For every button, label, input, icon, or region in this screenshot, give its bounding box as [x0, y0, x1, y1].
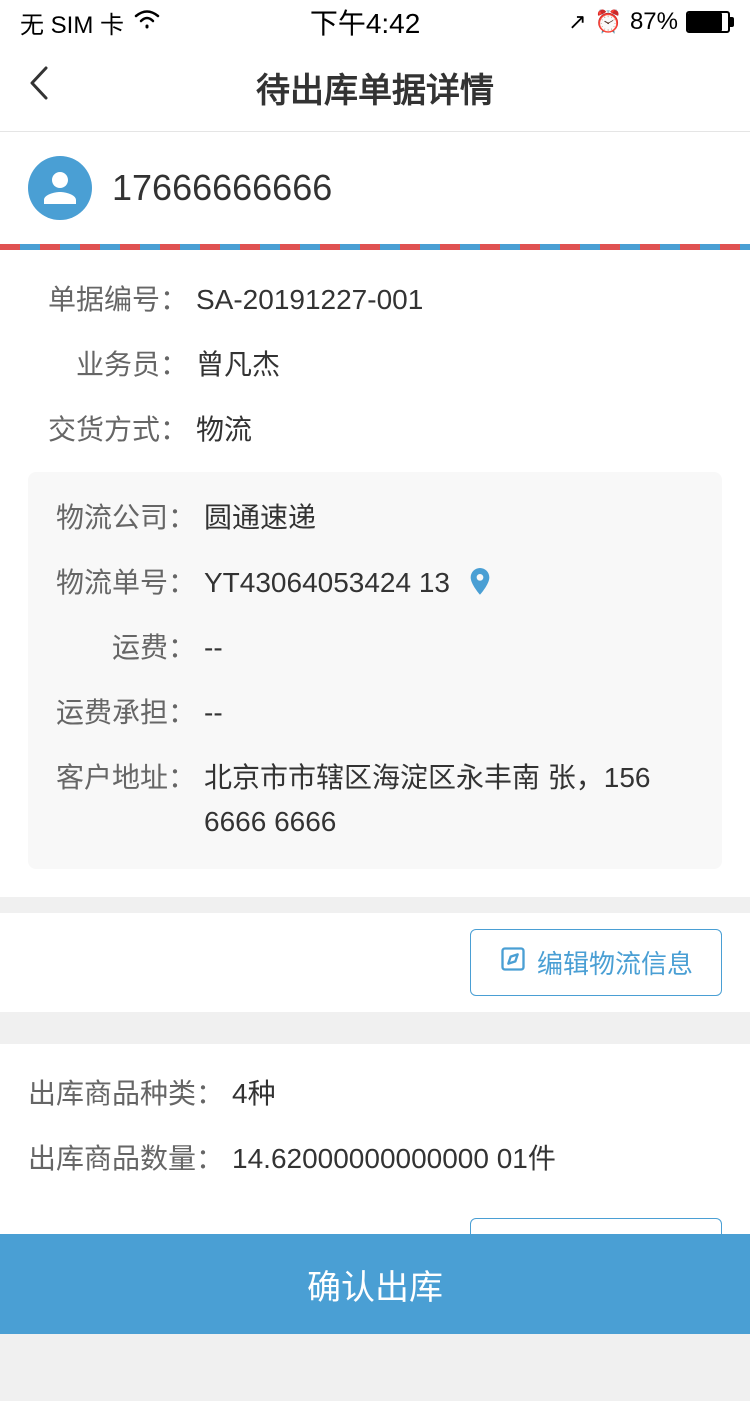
status-bar: 无 SIM 卡 下午4:42 ↗ ⏰ 87%: [0, 0, 750, 44]
confirm-button-label: 确认出库: [307, 1260, 443, 1309]
goods-quantity-label: 出库商品数量：: [28, 1137, 224, 1182]
alarm-icon: ⏰: [595, 9, 622, 35]
status-left: 无 SIM 卡: [20, 5, 162, 40]
freight-row: 运费： --: [28, 626, 722, 671]
freight-bearer-label: 运费承担：: [36, 691, 196, 736]
edit-logistics-label: 编辑物流信息: [537, 944, 693, 981]
battery-percent: 87%: [630, 8, 678, 36]
goods-type-label: 出库商品种类：: [28, 1072, 224, 1117]
serial-number-row: 单据编号： SA-20191227-001: [28, 278, 722, 323]
page-title: 待出库单据详情: [256, 63, 494, 112]
sales-person-value: 曾凡杰: [188, 343, 722, 388]
goods-section: 出库商品种类： 4种 出库商品数量： 14.62000000000000 01件: [0, 1044, 750, 1210]
logistics-company-label: 物流公司：: [36, 496, 196, 541]
battery-icon: [686, 11, 730, 33]
edit-logistics-button[interactable]: 编辑物流信息: [470, 929, 722, 996]
section-divider: [0, 1012, 750, 1028]
logistics-company-value: 圆通速递: [196, 496, 714, 541]
goods-quantity-row: 出库商品数量： 14.62000000000000 01件: [28, 1137, 722, 1182]
goods-quantity-value: 14.62000000000000 01件: [224, 1137, 722, 1182]
goods-type-row: 出库商品种类： 4种: [28, 1072, 722, 1117]
address-value: 北京市市辖区海淀区永丰南 张，156 6666 6666: [196, 756, 714, 846]
goods-type-value: 4种: [224, 1072, 722, 1117]
delivery-method-value: 物流: [188, 408, 722, 453]
sales-person-row: 业务员： 曾凡杰: [28, 343, 722, 388]
user-icon: [40, 168, 80, 208]
freight-label: 运费：: [36, 626, 196, 671]
address-label: 客户地址：: [36, 756, 196, 801]
edit-icon: [499, 945, 527, 980]
status-right: ↗ ⏰ 87%: [568, 8, 730, 36]
status-time: 下午4:42: [310, 2, 421, 42]
location-icon[interactable]: [464, 565, 496, 603]
freight-value: --: [196, 626, 714, 671]
tracking-number-value: YT43064053424 13: [196, 561, 714, 606]
freight-bearer-row: 运费承担： --: [28, 691, 722, 736]
delivery-method-label: 交货方式：: [28, 408, 188, 453]
wifi-icon: [132, 8, 162, 37]
user-phone: 17666666666: [112, 167, 332, 209]
back-button[interactable]: [28, 64, 50, 111]
order-info-section: 单据编号： SA-20191227-001 业务员： 曾凡杰 交货方式： 物流 …: [0, 250, 750, 897]
serial-number-label: 单据编号：: [28, 278, 188, 323]
location-arrow-icon: ↗: [568, 9, 586, 35]
serial-number-value: SA-20191227-001: [188, 278, 722, 323]
logistics-company-row: 物流公司： 圆通速递: [28, 496, 722, 541]
carrier-label: 无 SIM 卡: [20, 5, 124, 40]
edit-logistics-action-row: 编辑物流信息: [0, 913, 750, 1012]
avatar: [28, 156, 92, 220]
logistics-section: 物流公司： 圆通速递 物流单号： YT43064053424 13 运费： --…: [28, 472, 722, 869]
freight-bearer-value: --: [196, 691, 714, 736]
nav-bar: 待出库单据详情: [0, 44, 750, 132]
address-row: 客户地址： 北京市市辖区海淀区永丰南 张，156 6666 6666: [28, 756, 722, 846]
user-card: 17666666666: [0, 132, 750, 244]
sales-person-label: 业务员：: [28, 343, 188, 388]
confirm-bar[interactable]: 确认出库: [0, 1234, 750, 1334]
tracking-number-row: 物流单号： YT43064053424 13: [28, 561, 722, 606]
delivery-method-row: 交货方式： 物流: [28, 408, 722, 453]
tracking-number-label: 物流单号：: [36, 561, 196, 606]
